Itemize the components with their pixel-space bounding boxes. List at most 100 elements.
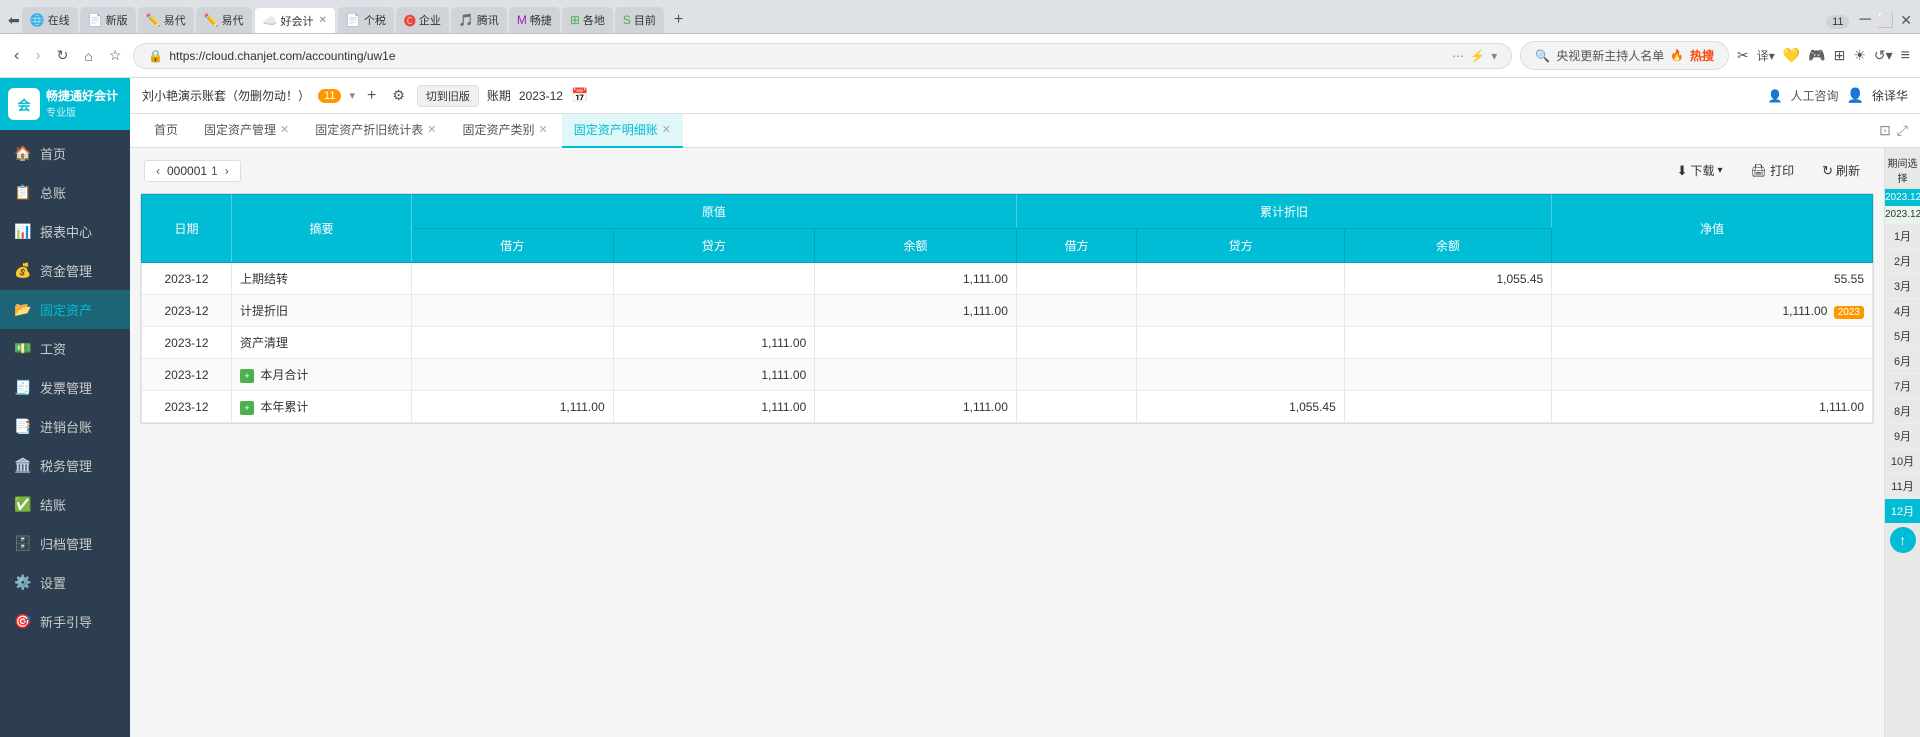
back-button[interactable]: ‹ — [10, 43, 23, 69]
scissors-icon[interactable]: ✂ — [1737, 47, 1749, 64]
menu-icon[interactable]: ≡ — [1901, 47, 1910, 65]
period-month-11[interactable]: 11月 — [1885, 474, 1920, 499]
period-month-1[interactable]: 1月 — [1885, 224, 1920, 249]
tab-fixed-asset-mgmt-close[interactable]: ✕ — [280, 123, 289, 136]
tab-home[interactable]: 首页 — [142, 114, 190, 148]
dropdown-icon[interactable]: ▾ — [1491, 49, 1497, 63]
calendar-icon[interactable]: 📅 — [571, 87, 588, 104]
tab-asset-category[interactable]: 固定资产类别 ✕ — [450, 114, 559, 148]
restore-icon[interactable]: ⊡ — [1879, 122, 1891, 139]
browser-search-bar[interactable]: 🔍 央视更新主持人名单 🔥 热搜 — [1520, 41, 1729, 70]
tab-tengxun-label: 腾讯 — [477, 12, 499, 28]
tab-yidai2[interactable]: ✏️ 易代 — [196, 7, 252, 33]
period-month-12[interactable]: 12月 — [1885, 499, 1920, 523]
tab-yidai2-label: 易代 — [222, 12, 244, 28]
sidebar-item-settings[interactable]: ⚙️ 设置 — [0, 563, 130, 602]
sidebar-item-invoice[interactable]: 🧾 发票管理 — [0, 368, 130, 407]
sidebar-item-payroll[interactable]: 💵 工资 — [0, 329, 130, 368]
tab-gedi[interactable]: ⊞ 各地 — [562, 7, 613, 33]
sidebar-item-home[interactable]: 🏠 首页 — [0, 134, 130, 173]
customer-service-label[interactable]: 人工咨询 — [1791, 87, 1839, 104]
minimize-icon[interactable]: ─ — [1859, 11, 1870, 29]
cell-accum-debit — [1016, 327, 1136, 359]
annual-summary-icon: + — [240, 401, 254, 415]
period-year-highlighted[interactable]: 2023.12 — [1885, 206, 1920, 224]
expand-icon[interactable]: ⤢ — [1897, 122, 1908, 139]
download-button[interactable]: ⬇ 下载 ▾ — [1667, 158, 1733, 183]
sidebar-item-reports[interactable]: 📊 报表中心 — [0, 212, 130, 251]
bookmark-button[interactable]: ☆ — [105, 43, 126, 68]
brightness-icon[interactable]: ☀ — [1853, 47, 1866, 64]
page-navigation: ‹ 000001 1 › — [144, 160, 241, 182]
forward-button[interactable]: › — [31, 43, 44, 69]
tab-geshuì[interactable]: 📄 个税 — [338, 7, 394, 33]
settings-button[interactable]: ⚙ — [388, 87, 409, 104]
tab-depreciation-table-close[interactable]: ✕ — [427, 123, 436, 136]
cell-orig-balance: 1,111.00 — [815, 263, 1017, 295]
sidebar-item-archive[interactable]: 🗄️ 归档管理 — [0, 524, 130, 563]
tab-asset-detail-ledger-close[interactable]: ✕ — [662, 123, 671, 136]
period-month-3[interactable]: 3月 — [1885, 274, 1920, 299]
print-button[interactable]: 🖨 打印 — [1741, 158, 1805, 183]
tab-asset-category-close[interactable]: ✕ — [539, 123, 548, 136]
tab-qiye[interactable]: 🅒 企业 — [396, 7, 449, 33]
tab-home-label: 首页 — [154, 121, 178, 138]
tab-changjie[interactable]: M 畅捷 — [509, 7, 560, 33]
next-page-btn[interactable]: › — [222, 164, 232, 178]
period-year-active[interactable]: 2023.12 — [1885, 189, 1920, 206]
reload-button[interactable]: ↻ — [53, 43, 73, 68]
table-row: 2023-12 计提折旧 1,111.00 1,111.00 — [142, 295, 1873, 327]
username-label[interactable]: 徐译华 — [1872, 87, 1908, 104]
notification-badge[interactable]: 11 — [1826, 15, 1849, 29]
sidebar-item-invoice-label: 发票管理 — [40, 378, 92, 397]
scroll-up-btn[interactable]: ↑ — [1890, 527, 1916, 553]
home-icon: 🏠 — [14, 145, 32, 162]
grid-icon[interactable]: ⊞ — [1834, 47, 1846, 64]
sidebar-item-sales-ledger[interactable]: 📑 进销台账 — [0, 407, 130, 446]
home-button[interactable]: ⌂ — [80, 44, 96, 68]
period-month-5[interactable]: 5月 — [1885, 324, 1920, 349]
period-month-7[interactable]: 7月 — [1885, 374, 1920, 399]
cell-summary: 计提折旧 — [232, 295, 412, 327]
switch-version-button[interactable]: 切到旧版 — [417, 85, 479, 107]
dropdown-arrow-icon[interactable]: ▾ — [349, 89, 355, 102]
tab-zaixian[interactable]: 🌐 在线 — [22, 7, 78, 33]
period-month-4[interactable]: 4月 — [1885, 299, 1920, 324]
tab-xinban[interactable]: 📄 新版 — [80, 7, 136, 33]
wallet-icon[interactable]: 💛 — [1783, 47, 1800, 64]
sidebar-item-tax[interactable]: 🏛️ 税务管理 — [0, 446, 130, 485]
tab-haokuaiji[interactable]: ☁️ 好会计 ✕ — [254, 7, 336, 33]
refresh-button[interactable]: ↻ 刷新 — [1812, 158, 1870, 183]
period-month-9[interactable]: 9月 — [1885, 424, 1920, 449]
tab-asset-detail-ledger[interactable]: 固定资产明细账 ✕ — [562, 114, 683, 148]
url-bar[interactable]: 🔒 https://cloud.chanjet.com/accounting/u… — [133, 43, 1512, 69]
tab-haokuaiji-close[interactable]: ✕ — [319, 15, 327, 26]
tab-depreciation-table[interactable]: 固定资产折旧统计表 ✕ — [303, 114, 448, 148]
tab-tengxun[interactable]: 🎵 腾讯 — [451, 7, 507, 33]
period-month-2[interactable]: 2月 — [1885, 249, 1920, 274]
funds-icon: 💰 — [14, 262, 32, 279]
new-tab-btn[interactable]: + — [666, 7, 691, 33]
table-row: 2023-12 + 本年累计 1,111.00 1,111.00 1,111.0… — [142, 391, 1873, 423]
close-icon[interactable]: ✕ — [1900, 12, 1912, 29]
cell-summary: + 本月合计 — [232, 359, 412, 391]
sidebar-item-guide[interactable]: 🎯 新手引导 — [0, 602, 130, 641]
sidebar-item-fixed-assets[interactable]: 📂 固定资产 — [0, 290, 130, 329]
add-account-button[interactable]: + — [363, 87, 380, 105]
period-month-8[interactable]: 8月 — [1885, 399, 1920, 424]
history-back-icon[interactable]: ↺▾ — [1874, 47, 1893, 64]
tab-muqian[interactable]: S 目前 — [615, 7, 664, 33]
toolbar: ‹ 000001 1 › ⬇ 下载 ▾ 🖨 打印 — [140, 158, 1874, 183]
period-month-6[interactable]: 6月 — [1885, 349, 1920, 374]
translate-icon[interactable]: 译▾ — [1757, 47, 1775, 64]
game-icon[interactable]: 🎮 — [1808, 47, 1825, 64]
period-month-10[interactable]: 10月 — [1885, 449, 1920, 474]
tab-fixed-asset-mgmt[interactable]: 固定资产管理 ✕ — [192, 114, 301, 148]
sidebar-item-funds[interactable]: 💰 资金管理 — [0, 251, 130, 290]
sidebar-item-general-ledger[interactable]: 📋 总账 — [0, 173, 130, 212]
back-icon[interactable]: ⬅ — [8, 12, 20, 29]
sidebar-item-close-account[interactable]: ✅ 结账 — [0, 485, 130, 524]
prev-page-btn[interactable]: ‹ — [153, 164, 163, 178]
maximize-icon[interactable]: ⬜ — [1877, 12, 1894, 29]
tab-yidai1[interactable]: ✏️ 易代 — [138, 7, 194, 33]
